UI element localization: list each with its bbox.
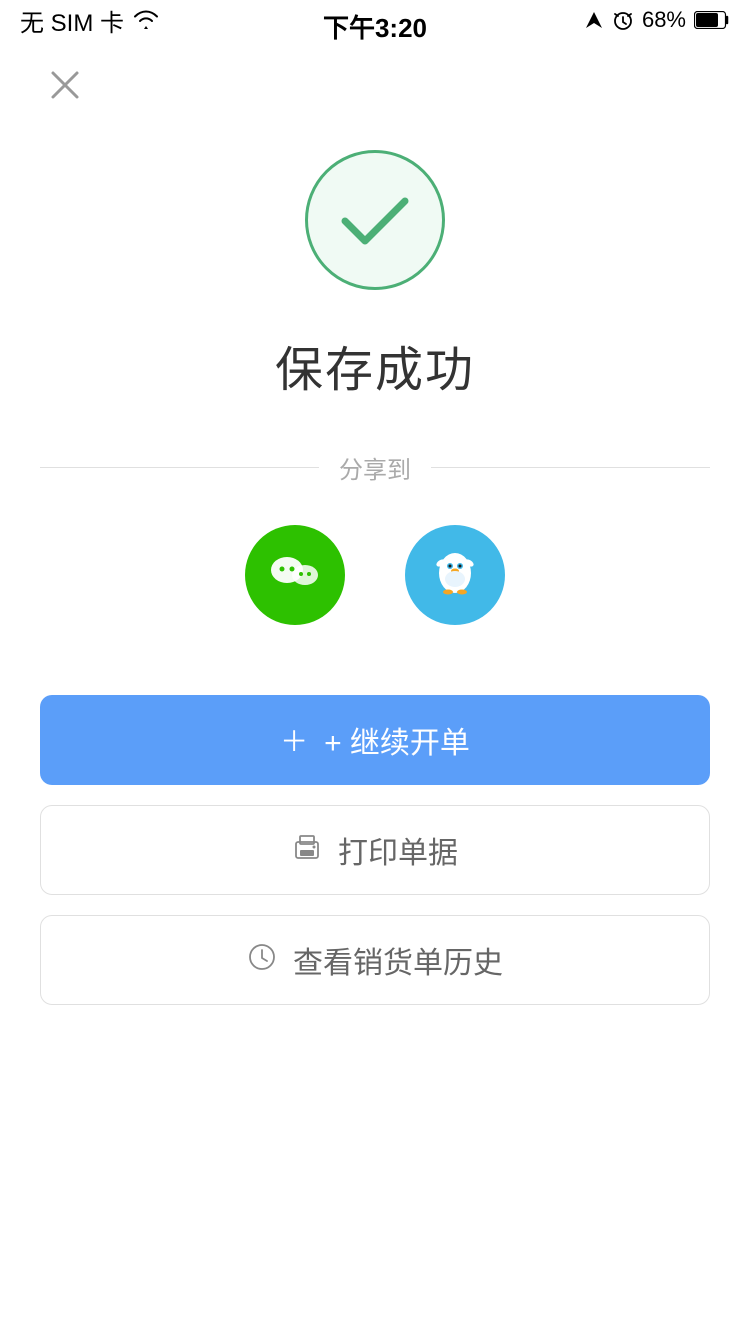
wechat-share-button[interactable] <box>245 525 345 625</box>
alarm-icon <box>612 9 634 31</box>
location-icon <box>584 10 604 30</box>
success-circle <box>305 150 445 290</box>
continue-icon: ＋ <box>280 720 308 760</box>
status-left: 无 SIM 卡 <box>20 3 160 38</box>
divider-line-left <box>40 467 319 468</box>
battery-icon <box>694 11 730 29</box>
qq-share-button[interactable] <box>405 525 505 625</box>
close-icon <box>49 69 81 101</box>
print-icon <box>292 832 322 869</box>
wifi-icon <box>132 10 160 30</box>
status-bar: 无 SIM 卡 下午3:20 68% <box>0 0 750 40</box>
status-time: 下午3:20 <box>323 8 427 45</box>
share-divider: 分享到 <box>40 450 710 485</box>
history-icon <box>247 942 277 979</box>
share-label: 分享到 <box>339 450 411 485</box>
share-icons <box>245 525 505 625</box>
main-content: 保存成功 分享到 <box>0 110 750 1334</box>
print-button[interactable]: 打印单据 <box>40 805 710 895</box>
divider-line-right <box>431 467 710 468</box>
continue-label: + 继续开单 <box>324 718 470 762</box>
history-label: 查看销货单历史 <box>293 938 503 982</box>
wechat-icon <box>265 545 325 605</box>
print-label: 打印单据 <box>338 828 458 872</box>
close-button[interactable] <box>40 60 90 110</box>
qq-icon <box>425 545 485 605</box>
action-buttons: ＋ + 继续开单 打印单据 查看销货单历 <box>40 695 710 1005</box>
battery-text: 68% <box>642 7 686 33</box>
history-button[interactable]: 查看销货单历史 <box>40 915 710 1005</box>
success-title: 保存成功 <box>275 330 475 400</box>
continue-button[interactable]: ＋ + 继续开单 <box>40 695 710 785</box>
signal-text: 无 SIM 卡 <box>20 3 124 38</box>
checkmark-icon <box>340 193 410 248</box>
status-right: 68% <box>584 7 730 33</box>
